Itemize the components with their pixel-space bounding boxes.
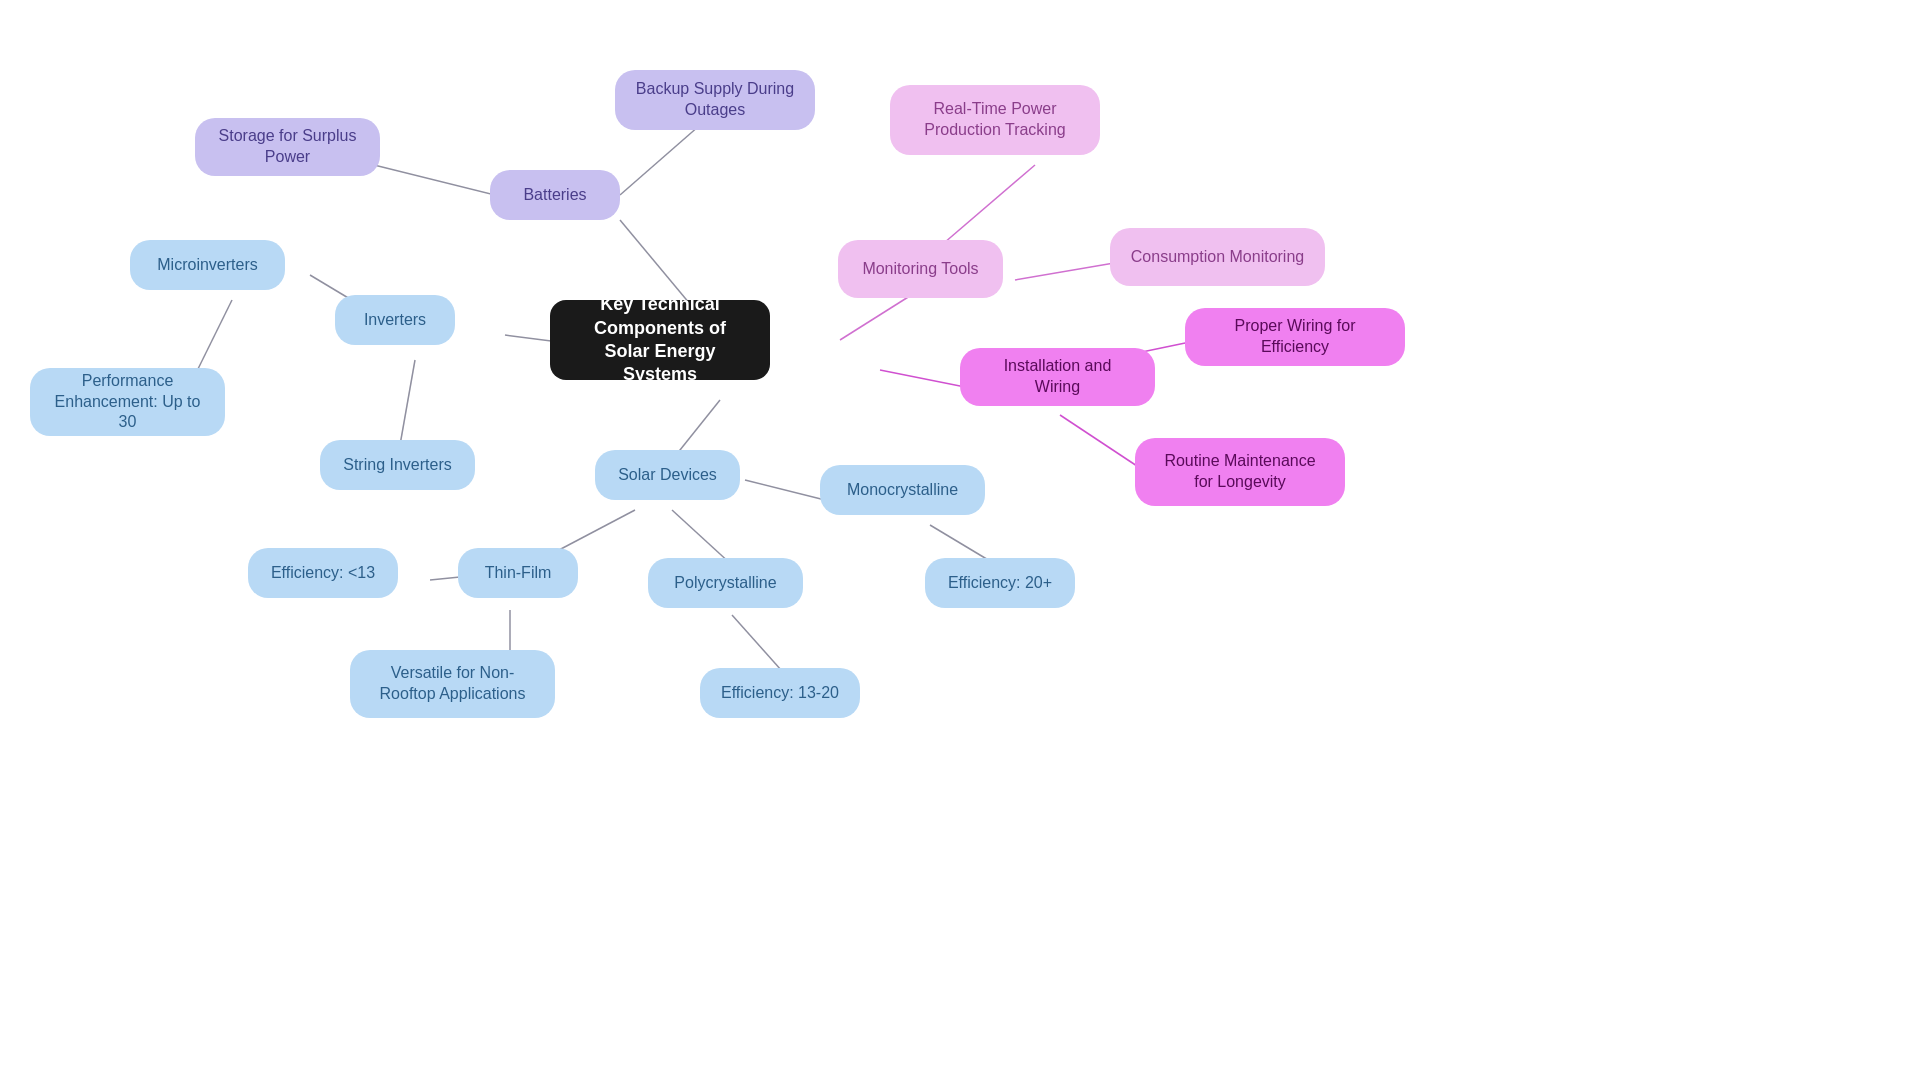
efficiency-20-node[interactable]: Efficiency: 20+ xyxy=(925,558,1075,608)
inverters-node[interactable]: Inverters xyxy=(335,295,455,345)
batteries-node[interactable]: Batteries xyxy=(490,170,620,220)
svg-line-6 xyxy=(400,360,415,445)
performance-node[interactable]: Performance Enhancement: Up to 30 xyxy=(30,368,225,436)
thin-film-node[interactable]: Thin-Film xyxy=(458,548,578,598)
efficiency-1320-node[interactable]: Efficiency: 13-20 xyxy=(700,668,860,718)
monitoring-tools-node[interactable]: Monitoring Tools xyxy=(838,240,1003,298)
proper-wiring-node[interactable]: Proper Wiring for Efficiency xyxy=(1185,308,1405,366)
microinverters-node[interactable]: Microinverters xyxy=(130,240,285,290)
consumption-monitoring-node[interactable]: Consumption Monitoring xyxy=(1110,228,1325,286)
storage-node[interactable]: Storage for Surplus Power xyxy=(195,118,380,176)
routine-maintenance-node[interactable]: Routine Maintenance for Longevity xyxy=(1135,438,1345,506)
versatile-node[interactable]: Versatile for Non-Rooftop Applications xyxy=(350,650,555,718)
svg-line-20 xyxy=(1060,415,1140,468)
svg-line-18 xyxy=(880,370,965,387)
polycrystalline-node[interactable]: Polycrystalline xyxy=(648,558,803,608)
center-node: Key Technical Components of Solar Energy… xyxy=(550,300,770,380)
backup-node[interactable]: Backup Supply During Outages xyxy=(615,70,815,130)
realtime-tracking-node[interactable]: Real-Time Power Production Tracking xyxy=(890,85,1100,155)
svg-line-13 xyxy=(745,480,825,500)
svg-line-17 xyxy=(1015,262,1120,280)
svg-line-11 xyxy=(672,510,732,565)
string-inverters-node[interactable]: String Inverters xyxy=(320,440,475,490)
monocrystalline-node[interactable]: Monocrystalline xyxy=(820,465,985,515)
efficiency-13-node[interactable]: Efficiency: <13 xyxy=(248,548,398,598)
installation-wiring-node[interactable]: Installation and Wiring xyxy=(960,348,1155,406)
solar-devices-node[interactable]: Solar Devices xyxy=(595,450,740,500)
svg-line-5 xyxy=(195,300,232,375)
